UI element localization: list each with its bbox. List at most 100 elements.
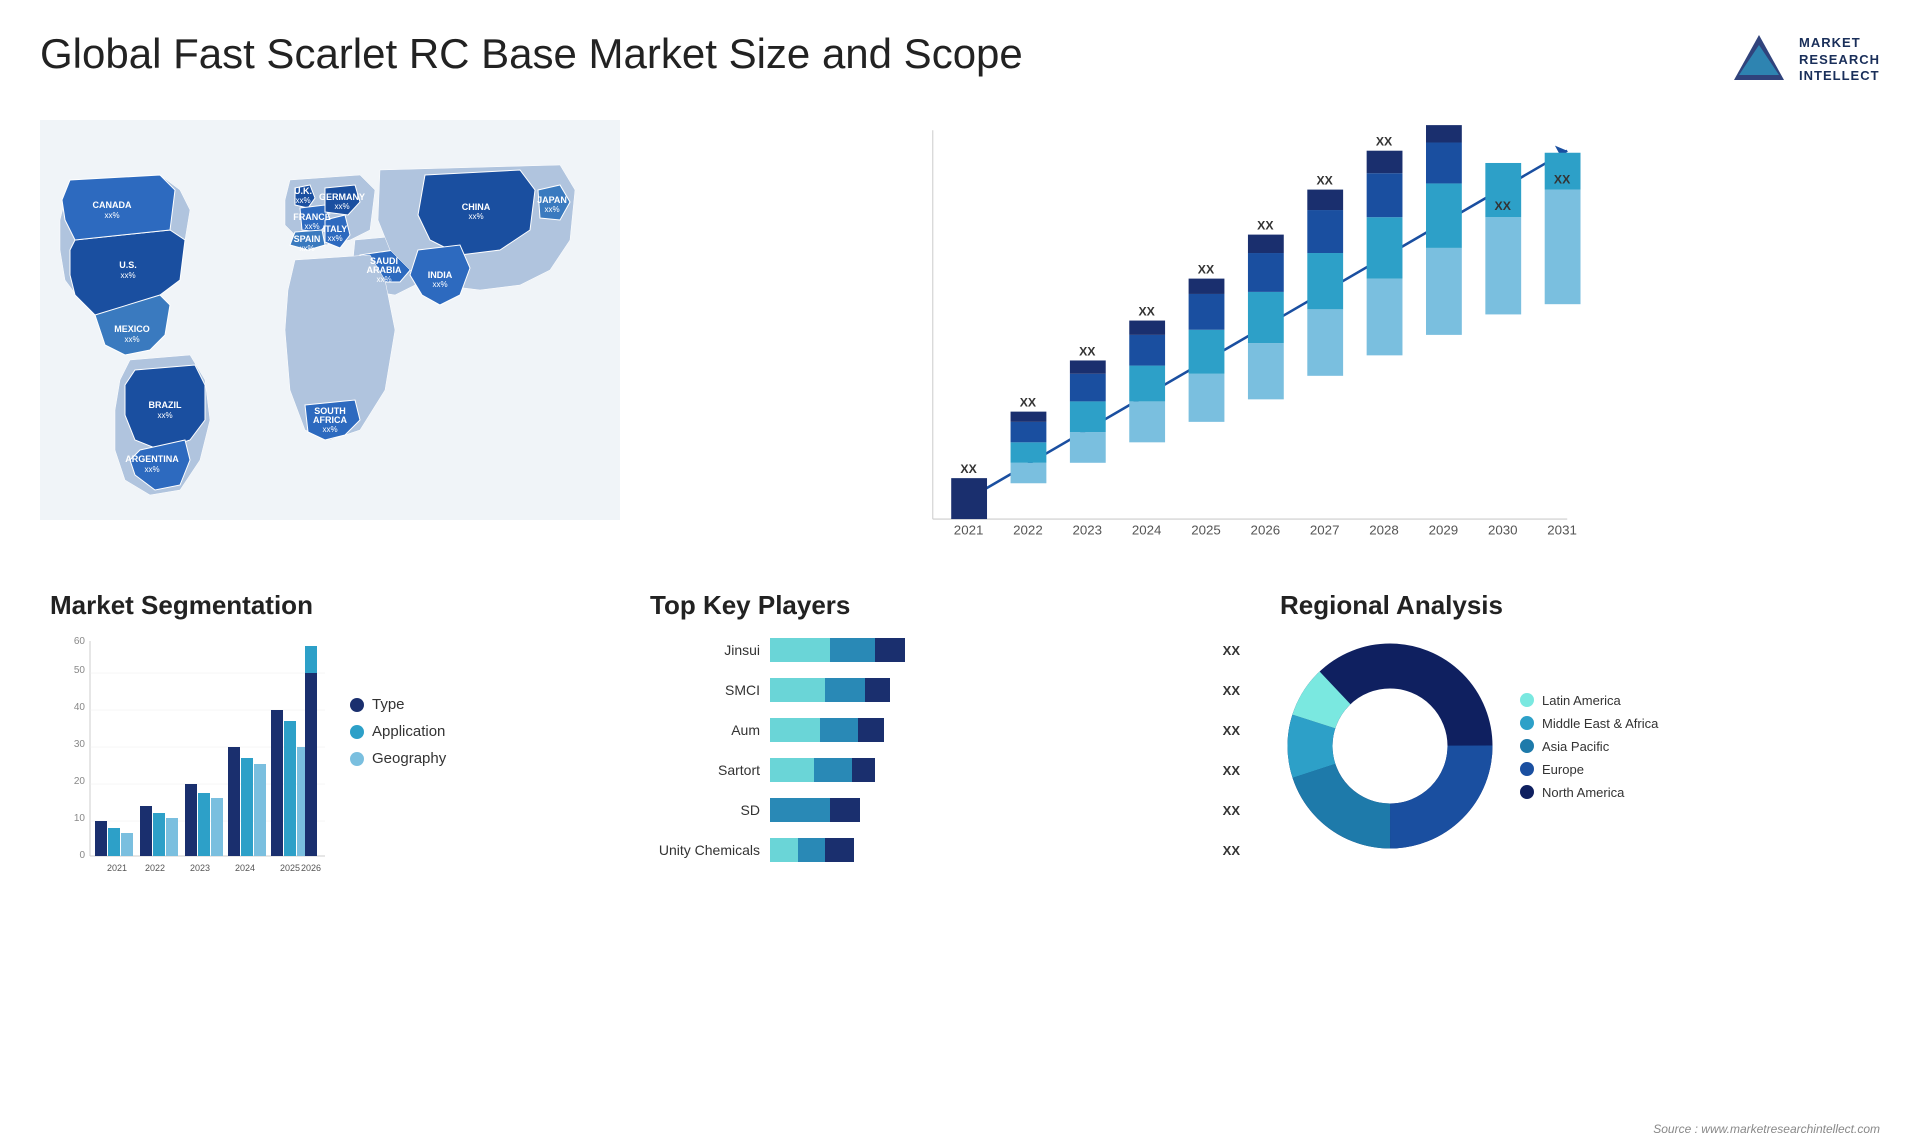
svg-text:2023: 2023 bbox=[190, 863, 210, 873]
svg-text:0: 0 bbox=[79, 850, 85, 861]
source-text: Source : www.marketresearchintellect.com bbox=[1653, 1122, 1880, 1136]
page-header: Global Fast Scarlet RC Base Market Size … bbox=[0, 0, 1920, 100]
growth-bar-chart: 2021 XX 2022 XX 2023 XX 2024 XX bbox=[650, 120, 1850, 560]
player-xx-jinsui: XX bbox=[1223, 643, 1240, 658]
north-america-dot bbox=[1520, 785, 1534, 799]
svg-text:XX: XX bbox=[1495, 199, 1512, 213]
svg-text:INDIA: INDIA bbox=[428, 270, 453, 280]
svg-text:xx%: xx% bbox=[544, 205, 559, 214]
latin-america-dot bbox=[1520, 693, 1534, 707]
svg-text:2024: 2024 bbox=[235, 863, 255, 873]
svg-text:XX: XX bbox=[1138, 304, 1155, 318]
svg-text:BRAZIL: BRAZIL bbox=[149, 400, 182, 410]
svg-text:2027: 2027 bbox=[1310, 522, 1340, 537]
svg-text:FRANCE: FRANCE bbox=[293, 212, 331, 222]
segmentation-bar-chart: 0 10 20 30 40 50 60 2021 bbox=[50, 636, 330, 896]
player-xx-sd: XX bbox=[1223, 803, 1240, 818]
svg-text:ARABIA: ARABIA bbox=[367, 265, 402, 275]
regional-title: Regional Analysis bbox=[1280, 590, 1870, 621]
svg-text:XX: XX bbox=[960, 462, 977, 476]
svg-text:2025: 2025 bbox=[280, 863, 300, 873]
svg-text:XX: XX bbox=[1554, 172, 1571, 186]
svg-text:ITALY: ITALY bbox=[323, 224, 348, 234]
logo-text: MARKET RESEARCH INTELLECT bbox=[1799, 35, 1880, 86]
svg-text:xx%: xx% bbox=[468, 212, 483, 221]
svg-text:JAPAN: JAPAN bbox=[537, 195, 567, 205]
legend-type: Type bbox=[350, 696, 446, 713]
regional-legend: Latin America Middle East & Africa Asia … bbox=[1520, 693, 1658, 800]
svg-text:AFRICA: AFRICA bbox=[313, 415, 347, 425]
player-bar-smci bbox=[770, 676, 1208, 704]
svg-text:10: 10 bbox=[74, 813, 86, 824]
content-grid: CANADA xx% U.S. xx% MEXICO xx% BRAZIL xx… bbox=[0, 100, 1920, 906]
legend-geography: Geography bbox=[350, 750, 446, 767]
svg-text:xx%: xx% bbox=[104, 211, 119, 220]
svg-text:xx%: xx% bbox=[144, 465, 159, 474]
key-players-title: Top Key Players bbox=[650, 590, 1240, 621]
svg-text:2021: 2021 bbox=[107, 863, 127, 873]
asia-pacific-dot bbox=[1520, 739, 1534, 753]
europe-dot bbox=[1520, 762, 1534, 776]
svg-text:30: 30 bbox=[74, 739, 86, 750]
svg-text:2026: 2026 bbox=[1251, 522, 1281, 537]
player-row-jinsui: Jinsui XX bbox=[650, 636, 1240, 664]
svg-text:CANADA: CANADA bbox=[93, 200, 132, 210]
donut-chart bbox=[1280, 636, 1500, 856]
player-name-jinsui: Jinsui bbox=[650, 642, 760, 658]
svg-text:xx%: xx% bbox=[322, 425, 337, 434]
player-xx-aum: XX bbox=[1223, 723, 1240, 738]
logo-icon bbox=[1729, 30, 1789, 90]
svg-text:MEXICO: MEXICO bbox=[114, 324, 150, 334]
svg-text:xx%: xx% bbox=[376, 275, 391, 284]
segmentation-section: Market Segmentation 0 10 20 30 40 50 60 bbox=[30, 580, 630, 906]
player-xx-sartort: XX bbox=[1223, 763, 1240, 778]
svg-text:xx%: xx% bbox=[124, 335, 139, 344]
svg-text:2022: 2022 bbox=[145, 863, 165, 873]
legend-asia-pacific: Asia Pacific bbox=[1520, 739, 1658, 754]
svg-text:2030: 2030 bbox=[1488, 522, 1518, 537]
player-bar-aum bbox=[770, 716, 1208, 744]
player-row-sartort: Sartort XX bbox=[650, 756, 1240, 784]
svg-text:SPAIN: SPAIN bbox=[294, 234, 321, 244]
svg-text:xx%: xx% bbox=[304, 222, 319, 231]
svg-text:2031: 2031 bbox=[1547, 522, 1577, 537]
svg-text:ARGENTINA: ARGENTINA bbox=[125, 454, 179, 464]
player-name-sd: SD bbox=[650, 802, 760, 818]
svg-text:xx%: xx% bbox=[432, 280, 447, 289]
donut-container: Latin America Middle East & Africa Asia … bbox=[1280, 636, 1870, 856]
svg-text:60: 60 bbox=[74, 636, 86, 647]
player-bar-sartort bbox=[770, 756, 1208, 784]
player-row-smci: SMCI XX bbox=[650, 676, 1240, 704]
svg-text:CHINA: CHINA bbox=[462, 202, 491, 212]
svg-text:XX: XX bbox=[1198, 262, 1215, 276]
logo-area: MARKET RESEARCH INTELLECT bbox=[1729, 30, 1880, 90]
legend-north-america: North America bbox=[1520, 785, 1658, 800]
regional-analysis-section: Regional Analysis bbox=[1260, 580, 1890, 906]
svg-text:2023: 2023 bbox=[1073, 522, 1103, 537]
segmentation-legend: Type Application Geography bbox=[350, 636, 446, 767]
page-title: Global Fast Scarlet RC Base Market Size … bbox=[40, 30, 1023, 78]
svg-text:2025: 2025 bbox=[1191, 522, 1221, 537]
type-dot bbox=[350, 698, 364, 712]
map-section: CANADA xx% U.S. xx% MEXICO xx% BRAZIL xx… bbox=[30, 100, 630, 580]
middle-east-dot bbox=[1520, 716, 1534, 730]
player-name-aum: Aum bbox=[650, 722, 760, 738]
svg-text:xx%: xx% bbox=[120, 271, 135, 280]
svg-text:xx%: xx% bbox=[327, 234, 342, 243]
svg-text:xx%: xx% bbox=[157, 411, 172, 420]
legend-latin-america: Latin America bbox=[1520, 693, 1658, 708]
svg-text:20: 20 bbox=[74, 776, 86, 787]
svg-text:XX: XX bbox=[1376, 135, 1393, 149]
player-xx-unity: XX bbox=[1223, 843, 1240, 858]
player-name-smci: SMCI bbox=[650, 682, 760, 698]
svg-text:2026: 2026 bbox=[301, 863, 321, 873]
legend-middle-east: Middle East & Africa bbox=[1520, 716, 1658, 731]
application-dot bbox=[350, 725, 364, 739]
segmentation-chart-container: 0 10 20 30 40 50 60 2021 bbox=[50, 636, 610, 896]
svg-text:xx%: xx% bbox=[299, 244, 314, 253]
player-row-sd: SD XX bbox=[650, 796, 1240, 824]
svg-text:XX: XX bbox=[1435, 120, 1452, 123]
world-map: CANADA xx% U.S. xx% MEXICO xx% BRAZIL xx… bbox=[40, 110, 620, 530]
player-xx-smci: XX bbox=[1223, 683, 1240, 698]
player-name-unity: Unity Chemicals bbox=[650, 842, 760, 858]
